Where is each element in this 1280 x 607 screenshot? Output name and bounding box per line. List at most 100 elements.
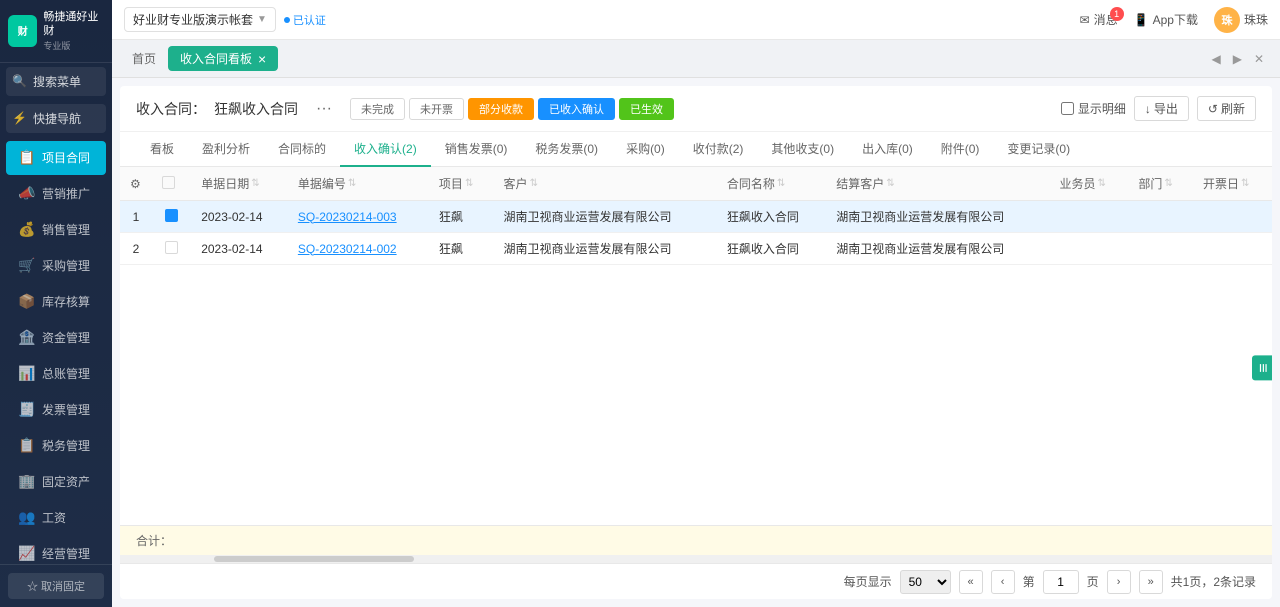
sidebar-item-operations[interactable]: 📈 经营管理 bbox=[6, 537, 106, 564]
sidebar-item-funds[interactable]: 🏦 资金管理 bbox=[6, 321, 106, 355]
th-checkbox[interactable] bbox=[152, 167, 191, 201]
tab-profit[interactable]: 盈利分析 bbox=[188, 132, 264, 167]
th-customer[interactable]: 客户⇅ bbox=[494, 167, 717, 201]
status-income-confirmed[interactable]: 已收入确认 bbox=[538, 98, 615, 120]
checkbox-1[interactable] bbox=[165, 209, 178, 222]
tab-contract-std[interactable]: 合同标的 bbox=[264, 132, 340, 167]
th-settings[interactable]: ⚙ bbox=[120, 167, 152, 201]
sidebar-item-hr[interactable]: 👥 工资 bbox=[6, 501, 106, 535]
tab-payment[interactable]: 收付款(2) bbox=[679, 132, 758, 167]
th-department[interactable]: 部门⇅ bbox=[1128, 167, 1193, 201]
tab-nav-left-icon[interactable]: ◀ bbox=[1207, 50, 1224, 68]
sidebar-item-purchase[interactable]: 🛒 采购管理 bbox=[6, 249, 106, 283]
th-date-label: 单据日期 bbox=[201, 175, 249, 192]
tab-outbound[interactable]: 出入库(0) bbox=[848, 132, 927, 167]
tab-other-income[interactable]: 其他收支(0) bbox=[757, 132, 848, 167]
sidebar-item-label-sales: 销售管理 bbox=[42, 221, 90, 238]
row-project-2: 狂飙 bbox=[429, 233, 494, 265]
general-icon: 📊 bbox=[18, 365, 36, 383]
topbar: 好业财专业版演示帐套 ▼ 已认证 ✉ 消息 1 📱 App下载 珠 珠珠 bbox=[112, 0, 1280, 40]
horizontal-scrollbar[interactable] bbox=[120, 555, 1272, 563]
sidebar-item-sales[interactable]: 💰 销售管理 bbox=[6, 213, 106, 247]
quick-nav-button[interactable]: ⚡ 快捷导航 bbox=[6, 104, 106, 133]
tab-close-icon[interactable]: × bbox=[258, 51, 266, 67]
sidebar-item-invoice[interactable]: 🧾 发票管理 bbox=[6, 393, 106, 427]
tab-tax-invoice[interactable]: 税务发票(0) bbox=[521, 132, 612, 167]
tab-sales-invoice[interactable]: 销售发票(0) bbox=[431, 132, 522, 167]
row-doc-no-1[interactable]: SQ-20230214-003 bbox=[288, 201, 429, 233]
user-menu-button[interactable]: 珠 珠珠 bbox=[1214, 7, 1268, 33]
next-page-button[interactable]: › bbox=[1107, 570, 1131, 594]
tab-close-all-icon[interactable]: ✕ bbox=[1250, 50, 1268, 68]
refresh-button[interactable]: ↺ 刷新 bbox=[1197, 96, 1256, 121]
sidebar-footer: ☆ 取消固定 bbox=[0, 564, 112, 607]
table-footer: 合计： bbox=[120, 525, 1272, 555]
th-open-date[interactable]: 开票日⇅ bbox=[1193, 167, 1272, 201]
scrollbar-thumb[interactable] bbox=[214, 556, 414, 562]
app-download-button[interactable]: 📱 App下载 bbox=[1134, 11, 1198, 28]
sort-project-icon: ⇅ bbox=[465, 178, 473, 189]
show-detail-checkbox[interactable] bbox=[1061, 102, 1074, 115]
tab-attachment[interactable]: 附件(0) bbox=[927, 132, 994, 167]
th-project[interactable]: 项目⇅ bbox=[429, 167, 494, 201]
search-menu-button[interactable]: 🔍 搜索菜单 bbox=[6, 67, 106, 96]
prev-page-button[interactable]: ‹ bbox=[991, 570, 1015, 594]
status-effective[interactable]: 已生效 bbox=[619, 98, 674, 120]
th-doc-no[interactable]: 单据编号⇅ bbox=[288, 167, 429, 201]
tab-nav-right-icon[interactable]: ▶ bbox=[1229, 50, 1246, 68]
select-all-checkbox[interactable] bbox=[162, 176, 175, 189]
active-tab-income[interactable]: 收入合同看板 × bbox=[168, 46, 278, 71]
funds-icon: 🏦 bbox=[18, 329, 36, 347]
invoice-icon: 🧾 bbox=[18, 401, 36, 419]
tab-kanban[interactable]: 看板 bbox=[136, 132, 188, 167]
sidebar-item-marketing[interactable]: 📣 营销推广 bbox=[6, 177, 106, 211]
tab-income-confirm[interactable]: 收入确认(2) bbox=[340, 132, 431, 167]
page-number-input[interactable] bbox=[1043, 570, 1079, 594]
row-checkbox-2[interactable] bbox=[152, 233, 191, 265]
unpin-label: ☆ 取消固定 bbox=[27, 578, 85, 594]
message-button[interactable]: ✉ 消息 1 bbox=[1080, 11, 1118, 28]
export-button[interactable]: ↓ 导出 bbox=[1134, 96, 1189, 121]
hr-icon: 👥 bbox=[18, 509, 36, 527]
unpin-button[interactable]: ☆ 取消固定 bbox=[8, 573, 104, 599]
sidebar-item-label-hr: 工资 bbox=[42, 509, 66, 526]
status-no-invoice[interactable]: 未开票 bbox=[409, 98, 464, 120]
row-num-2: 2 bbox=[120, 233, 152, 265]
th-salesperson[interactable]: 业务员⇅ bbox=[1050, 167, 1129, 201]
sort-doc-no-icon: ⇅ bbox=[348, 178, 356, 189]
sidebar-item-tax[interactable]: 📋 税务管理 bbox=[6, 429, 106, 463]
th-contract-name[interactable]: 合同名称⇅ bbox=[717, 167, 826, 201]
contract-header: 收入合同： 狂飙收入合同 ··· 未完成 未开票 部分收款 已收入确认 已生效 … bbox=[120, 86, 1272, 132]
logo-icon: 财 bbox=[8, 15, 37, 47]
table-row: 2 2023-02-14 SQ-20230214-002 狂飙 湖南卫视商业运营… bbox=[120, 233, 1272, 265]
doc-no-link-1[interactable]: SQ-20230214-003 bbox=[298, 210, 397, 224]
home-tab[interactable]: 首页 bbox=[124, 46, 164, 71]
tab-change-log[interactable]: 变更记录(0) bbox=[993, 132, 1084, 167]
sidebar-item-general[interactable]: 📊 总账管理 bbox=[6, 357, 106, 391]
sidebar-item-label-purchase: 采购管理 bbox=[42, 257, 90, 274]
th-date[interactable]: 单据日期⇅ bbox=[191, 167, 288, 201]
first-page-button[interactable]: « bbox=[959, 570, 983, 594]
status-incomplete[interactable]: 未完成 bbox=[350, 98, 405, 120]
row-doc-no-2[interactable]: SQ-20230214-002 bbox=[288, 233, 429, 265]
doc-no-link-2[interactable]: SQ-20230214-002 bbox=[298, 242, 397, 256]
right-float-panel[interactable]: ≡ bbox=[1252, 355, 1272, 380]
row-contract-name-2: 狂飙收入合同 bbox=[717, 233, 826, 265]
last-page-button[interactable]: » bbox=[1139, 570, 1163, 594]
checkbox-2[interactable] bbox=[165, 241, 178, 254]
sidebar-item-assets[interactable]: 🏢 固定资产 bbox=[6, 465, 106, 499]
company-selector[interactable]: 好业财专业版演示帐套 ▼ bbox=[124, 7, 276, 32]
th-settlement-customer[interactable]: 结算客户⇅ bbox=[826, 167, 1049, 201]
sort-customer-icon: ⇅ bbox=[530, 178, 538, 189]
message-icon: ✉ bbox=[1080, 13, 1090, 27]
status-partial-payment[interactable]: 部分收款 bbox=[468, 98, 534, 120]
more-options-button[interactable]: ··· bbox=[308, 100, 340, 118]
purchase-icon: 🛒 bbox=[18, 257, 36, 275]
per-page-select[interactable]: 50 100 bbox=[900, 570, 951, 594]
app-logo: 财 畅捷通好业财 专业版 bbox=[0, 0, 112, 63]
tab-purchase[interactable]: 采购(0) bbox=[612, 132, 679, 167]
sort-salesperson-icon: ⇅ bbox=[1098, 178, 1106, 189]
sidebar-item-project[interactable]: 📋 项目合同 bbox=[6, 141, 106, 175]
row-checkbox-1[interactable] bbox=[152, 201, 191, 233]
sidebar-item-inventory[interactable]: 📦 库存核算 bbox=[6, 285, 106, 319]
